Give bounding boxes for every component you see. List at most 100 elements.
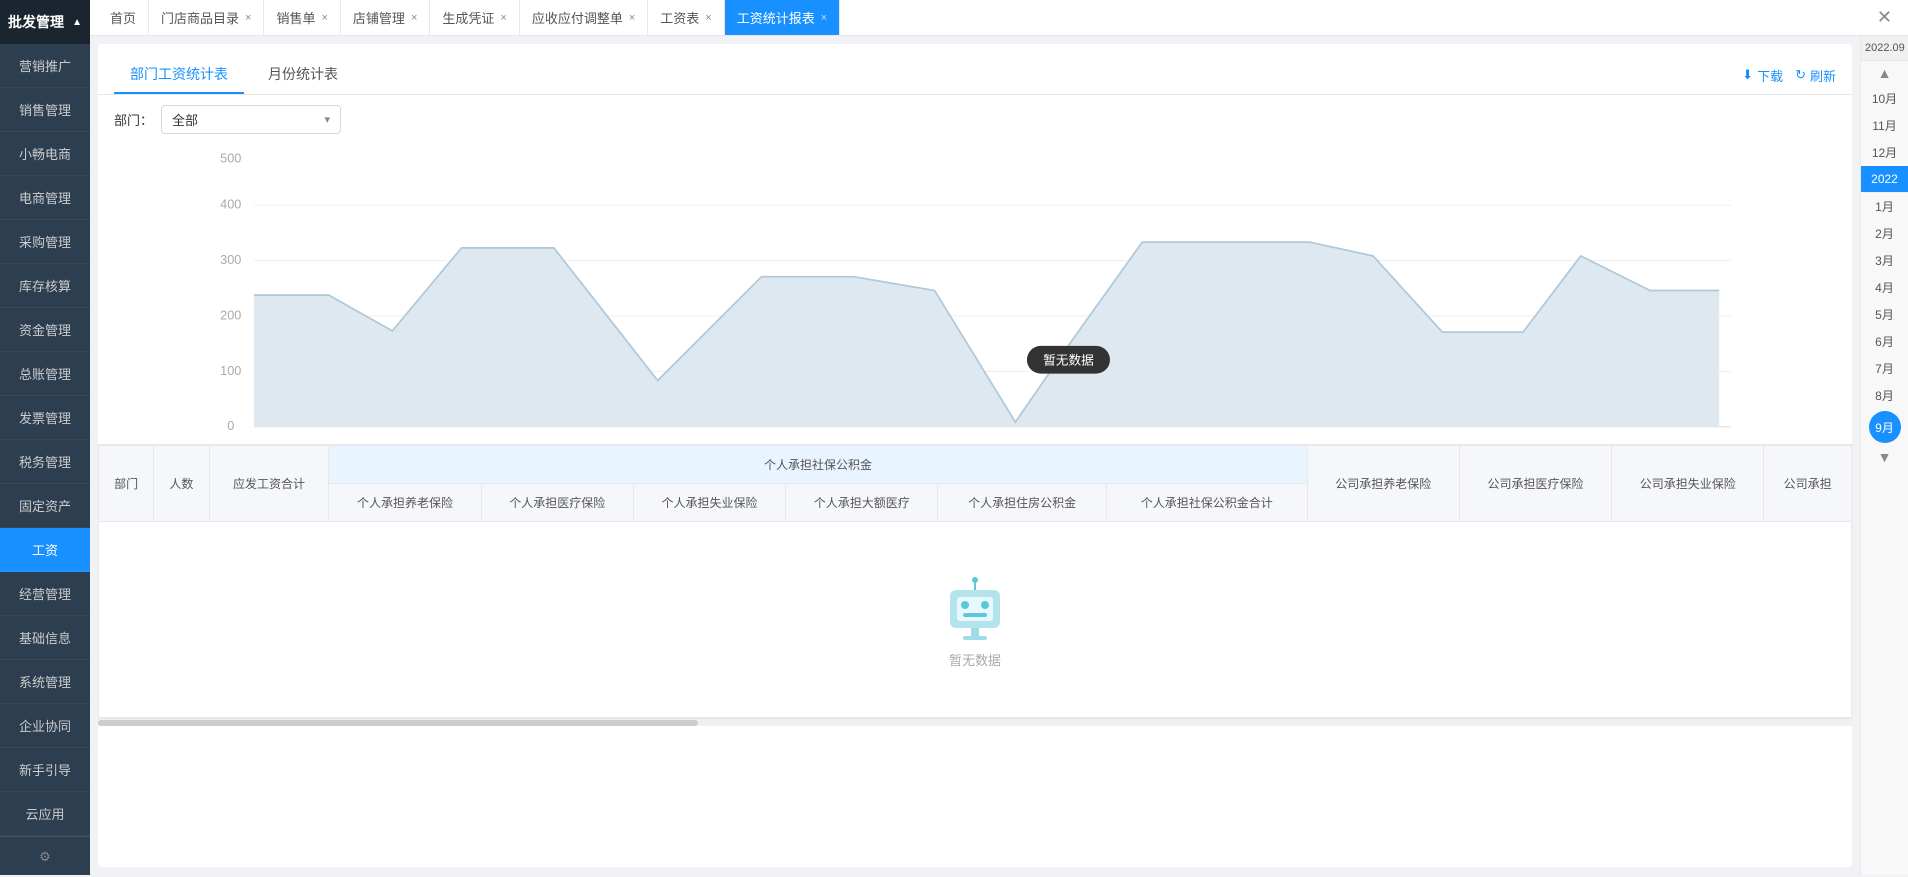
sidebar-item-销售管理[interactable]: 销售管理	[0, 88, 90, 132]
tabs-container: 首页门店商品目录×销售单×店铺管理×生成凭证×应收应付调整单×工资表×工资统计报…	[98, 0, 1869, 36]
sidebar-footer-settings[interactable]: ⚙	[0, 836, 90, 877]
th-personal-housing: 个人承担住房公积金	[938, 484, 1106, 522]
tab-应收应付调整单[interactable]: 应收应付调整单×	[520, 0, 648, 36]
sidebar: 批发管理 ▲ 营销推广销售管理小畅电商电商管理采购管理库存核算资金管理总账管理发…	[0, 0, 90, 875]
svg-text:暂无数据: 暂无数据	[1043, 353, 1094, 367]
table-area[interactable]: 部门 人数 应发工资合计 个人承担社保公积金 公司承担养老保险 公司承担医疗保险…	[98, 444, 1852, 867]
chart-svg: 0 100 200 300 400 500	[114, 144, 1836, 444]
tab-bar-close-icon[interactable]: ✕	[1869, 7, 1900, 28]
date-month-8月[interactable]: 8月	[1861, 382, 1908, 409]
chart-area: 0 100 200 300 400 500	[98, 144, 1852, 444]
sidebar-item-发票管理[interactable]: 发票管理	[0, 396, 90, 440]
tab-close-icon[interactable]: ×	[500, 12, 506, 24]
date-month-1月[interactable]: 1月	[1861, 193, 1908, 220]
sidebar-item-税务管理[interactable]: 税务管理	[0, 440, 90, 484]
content-area: 部门工资统计表月份统计表 ⬇ 下载 ↻ 刷新 部门：	[90, 36, 1908, 875]
sidebar-item-云应用[interactable]: 云应用	[0, 792, 90, 836]
tab-close-icon[interactable]: ×	[629, 12, 635, 24]
empty-text: 暂无数据	[949, 650, 1001, 669]
sidebar-item-新手引导[interactable]: 新手引导	[0, 748, 90, 792]
th-personal-total: 个人承担社保公积金合计	[1106, 484, 1307, 522]
tab-close-icon[interactable]: ×	[705, 12, 711, 24]
settings-icon: ⚙	[39, 849, 51, 864]
date-panel-down-nav[interactable]: ▼	[1861, 445, 1908, 469]
sidebar-item-总账管理[interactable]: 总账管理	[0, 352, 90, 396]
download-button[interactable]: ⬇ 下载	[1742, 66, 1783, 85]
tab-close-icon[interactable]: ×	[411, 12, 417, 24]
tab-生成凭证[interactable]: 生成凭证×	[430, 0, 519, 36]
table-empty-cell: 暂无数据	[99, 522, 1852, 718]
date-month-9月[interactable]: 9月	[1869, 411, 1901, 443]
sidebar-item-经营管理[interactable]: 经营管理	[0, 572, 90, 616]
svg-text:200: 200	[220, 308, 241, 322]
sidebar-item-企业协同[interactable]: 企业协同	[0, 704, 90, 748]
date-month-6月[interactable]: 6月	[1861, 328, 1908, 355]
sidebar-item-基础信息[interactable]: 基础信息	[0, 616, 90, 660]
th-personal-large-medical: 个人承担大额医疗	[786, 484, 938, 522]
svg-text:0: 0	[227, 419, 234, 433]
date-month-11月[interactable]: 11月	[1861, 112, 1908, 139]
refresh-button[interactable]: ↻ 刷新	[1795, 66, 1836, 85]
th-personal-unemployment: 个人承担失业保险	[633, 484, 785, 522]
sidebar-item-库存核算[interactable]: 库存核算	[0, 264, 90, 308]
main-area: 首页门店商品目录×销售单×店铺管理×生成凭证×应收应付调整单×工资表×工资统计报…	[90, 0, 1908, 875]
sidebar-item-电商管理[interactable]: 电商管理	[0, 176, 90, 220]
date-month-2022[interactable]: 2022	[1861, 166, 1908, 193]
th-company-unemployment: 公司承担失业保险	[1612, 446, 1764, 522]
svg-text:400: 400	[220, 198, 241, 212]
th-count: 人数	[154, 446, 209, 522]
chevron-down-icon: ▾	[324, 113, 330, 126]
sidebar-item-小畅电商[interactable]: 小畅电商	[0, 132, 90, 176]
table-wrap: 部门 人数 应发工资合计 个人承担社保公积金 公司承担养老保险 公司承担医疗保险…	[98, 445, 1852, 718]
th-dept: 部门	[99, 446, 154, 522]
date-panel: 2022.09 ▲ 10月11月12月20221月2月3月4月5月6月7月8月9…	[1860, 36, 1908, 875]
dept-select[interactable]: 全部 ▾	[161, 105, 341, 134]
download-icon: ⬇	[1742, 67, 1753, 83]
date-month-3月[interactable]: 3月	[1861, 247, 1908, 274]
tab-工资表[interactable]: 工资表×	[648, 0, 724, 36]
date-month-12月[interactable]: 12月	[1861, 139, 1908, 166]
sidebar-item-采购管理[interactable]: 采购管理	[0, 220, 90, 264]
tab-店铺管理[interactable]: 店铺管理×	[341, 0, 430, 36]
empty-robot-icon	[935, 570, 1015, 650]
tab-close-icon[interactable]: ×	[821, 12, 827, 24]
date-month-5月[interactable]: 5月	[1861, 301, 1908, 328]
sub-tab-部门工资统计表[interactable]: 部门工资统计表	[114, 56, 244, 94]
date-panel-up-nav[interactable]: ▲	[1861, 61, 1908, 85]
empty-state: 暂无数据	[107, 530, 1843, 709]
toolbar-right: ⬇ 下载 ↻ 刷新	[1742, 66, 1836, 85]
sidebar-items: 营销推广销售管理小畅电商电商管理采购管理库存核算资金管理总账管理发票管理税务管理…	[0, 44, 90, 836]
sidebar-item-营销推广[interactable]: 营销推广	[0, 44, 90, 88]
date-month-2月[interactable]: 2月	[1861, 220, 1908, 247]
tab-门店商品目录[interactable]: 门店商品目录×	[149, 0, 264, 36]
refresh-label: 刷新	[1810, 66, 1836, 85]
date-month-10月[interactable]: 10月	[1861, 85, 1908, 112]
sidebar-title: 批发管理	[8, 12, 64, 32]
th-company-other: 公司承担	[1764, 446, 1852, 522]
svg-text:500: 500	[220, 151, 241, 165]
toolbar-left: 部门： 全部 ▾	[114, 105, 341, 134]
tab-close-icon[interactable]: ×	[321, 12, 327, 24]
sidebar-item-工资[interactable]: 工资	[0, 528, 90, 572]
th-personal-social: 个人承担社保公积金	[329, 446, 1307, 484]
tab-首页[interactable]: 首页	[98, 0, 149, 36]
date-months-container: 10月11月12月20221月2月3月4月5月6月7月8月9月	[1861, 85, 1908, 445]
sidebar-item-系统管理[interactable]: 系统管理	[0, 660, 90, 704]
svg-text:300: 300	[220, 253, 241, 267]
sidebar-item-资金管理[interactable]: 资金管理	[0, 308, 90, 352]
sidebar-item-固定资产[interactable]: 固定资产	[0, 484, 90, 528]
refresh-icon: ↻	[1795, 67, 1806, 83]
date-month-4月[interactable]: 4月	[1861, 274, 1908, 301]
sidebar-header[interactable]: 批发管理 ▲	[0, 0, 90, 44]
page-content: 部门工资统计表月份统计表 ⬇ 下载 ↻ 刷新 部门：	[98, 44, 1852, 867]
tab-销售单[interactable]: 销售单×	[264, 0, 340, 36]
th-company-medical: 公司承担医疗保险	[1459, 446, 1611, 522]
dept-label: 部门：	[114, 110, 153, 129]
tab-工资统计报表[interactable]: 工资统计报表×	[725, 0, 840, 36]
tab-close-icon[interactable]: ×	[245, 12, 251, 24]
date-month-7月[interactable]: 7月	[1861, 355, 1908, 382]
th-total-wage: 应发工资合计	[209, 446, 329, 522]
download-label: 下载	[1757, 66, 1783, 85]
tab-bar: 首页门店商品目录×销售单×店铺管理×生成凭证×应收应付调整单×工资表×工资统计报…	[90, 0, 1908, 36]
sub-tab-月份统计表[interactable]: 月份统计表	[252, 56, 354, 94]
